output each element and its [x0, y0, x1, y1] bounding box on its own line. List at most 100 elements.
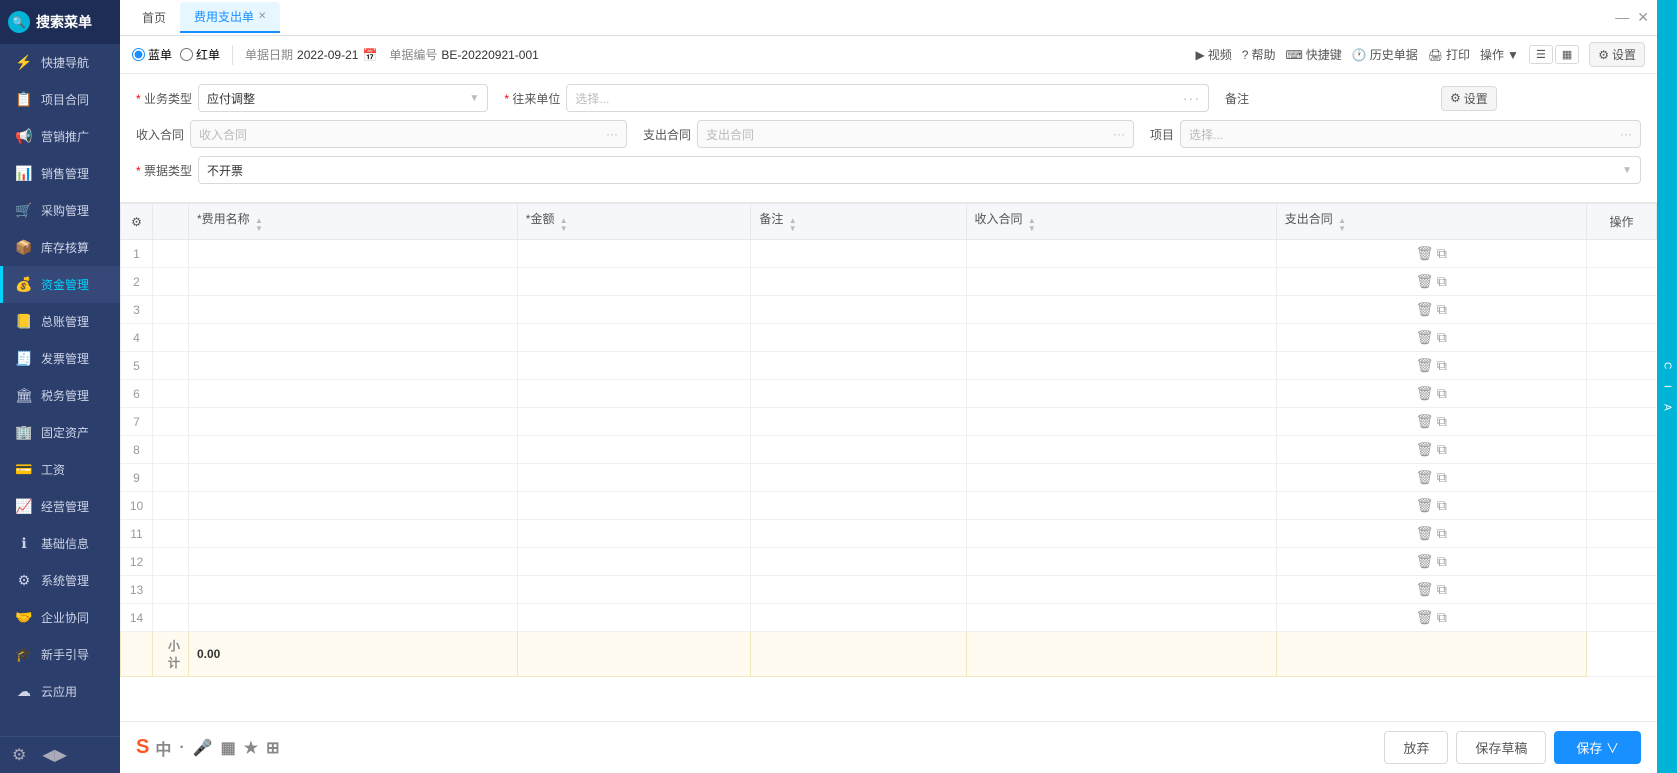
tab-home[interactable]: 首页: [128, 3, 180, 32]
row-income-contract-7[interactable]: [751, 408, 966, 436]
row-amount-7[interactable]: [189, 408, 518, 436]
video-btn[interactable]: ▶ 视频: [1196, 46, 1232, 63]
row-expense-name-2[interactable]: [153, 268, 189, 296]
star-icon[interactable]: ★: [244, 738, 258, 758]
minimize-button[interactable]: —: [1615, 9, 1629, 26]
row-expense-name-11[interactable]: [153, 520, 189, 548]
row-amount-11[interactable]: [189, 520, 518, 548]
discard-button[interactable]: 放弃: [1384, 731, 1448, 764]
delete-icon-7[interactable]: 🗑: [1416, 413, 1434, 429]
more-icon-4[interactable]: ···: [1620, 127, 1632, 141]
sidebar-item-marketing[interactable]: 📢营销推广: [0, 118, 120, 155]
row-expense-name-13[interactable]: [153, 576, 189, 604]
settings-icon[interactable]: ⚙: [12, 745, 26, 765]
row-expense-name-9[interactable]: [153, 464, 189, 492]
row-note-11[interactable]: [517, 520, 751, 548]
row-note-9[interactable]: [517, 464, 751, 492]
row-amount-5[interactable]: [189, 352, 518, 380]
row-expense-name-4[interactable]: [153, 324, 189, 352]
copy-icon-5[interactable]: ⧉: [1437, 357, 1447, 373]
row-expense-contract-11[interactable]: [966, 520, 1276, 548]
row-expense-name-12[interactable]: [153, 548, 189, 576]
settings-btn[interactable]: ⚙ 设置: [1589, 42, 1645, 67]
row-expense-name-1[interactable]: [153, 240, 189, 268]
row-income-contract-9[interactable]: [751, 464, 966, 492]
row-expense-name-7[interactable]: [153, 408, 189, 436]
row-note-14[interactable]: [517, 604, 751, 632]
form-settings-btn[interactable]: ⚙ 设置: [1441, 86, 1497, 111]
row-note-4[interactable]: [517, 324, 751, 352]
more-icon-2[interactable]: ···: [606, 127, 618, 141]
row-expense-contract-5[interactable]: [966, 352, 1276, 380]
row-expense-contract-13[interactable]: [966, 576, 1276, 604]
row-expense-contract-1[interactable]: [966, 240, 1276, 268]
sidebar-item-purchase[interactable]: 🛒采购管理: [0, 192, 120, 229]
delete-icon-4[interactable]: 🗑: [1416, 329, 1434, 345]
row-income-contract-2[interactable]: [751, 268, 966, 296]
sidebar-item-project-contract[interactable]: 📋项目合同: [0, 81, 120, 118]
sidebar-item-capital[interactable]: 💰资金管理: [0, 266, 120, 303]
business-type-input[interactable]: 应付调整 ▼: [198, 84, 488, 112]
row-expense-contract-9[interactable]: [966, 464, 1276, 492]
row-expense-name-5[interactable]: [153, 352, 189, 380]
row-amount-4[interactable]: [189, 324, 518, 352]
help-btn[interactable]: ? 帮助: [1242, 46, 1276, 63]
copy-icon-4[interactable]: ⧉: [1437, 329, 1447, 345]
delete-icon-10[interactable]: 🗑: [1416, 497, 1434, 513]
copy-icon-14[interactable]: ⧉: [1437, 609, 1447, 625]
row-expense-contract-12[interactable]: [966, 548, 1276, 576]
sidebar-item-invoice[interactable]: 🧾发票管理: [0, 340, 120, 377]
sidebar-item-tax[interactable]: 🏛税务管理: [0, 377, 120, 414]
copy-icon-8[interactable]: ⧉: [1437, 441, 1447, 457]
sidebar-item-fixed-assets[interactable]: 🏢固定资产: [0, 414, 120, 451]
row-note-5[interactable]: [517, 352, 751, 380]
row-expense-contract-3[interactable]: [966, 296, 1276, 324]
row-amount-6[interactable]: [189, 380, 518, 408]
date-value[interactable]: 2022-09-21: [297, 48, 358, 62]
row-expense-name-3[interactable]: [153, 296, 189, 324]
sidebar-item-quick-nav[interactable]: ⚡快捷导航: [0, 44, 120, 81]
row-amount-3[interactable]: [189, 296, 518, 324]
row-income-contract-11[interactable]: [751, 520, 966, 548]
row-expense-contract-2[interactable]: [966, 268, 1276, 296]
row-income-contract-13[interactable]: [751, 576, 966, 604]
row-expense-name-10[interactable]: [153, 492, 189, 520]
delete-icon-9[interactable]: 🗑: [1416, 469, 1434, 485]
more-icon[interactable]: ···: [1183, 90, 1200, 106]
row-expense-contract-14[interactable]: [966, 604, 1276, 632]
expense-contract-input[interactable]: 支出合同 ···: [697, 120, 1134, 148]
tab-expense[interactable]: 费用支出单 ✕: [180, 2, 280, 33]
operations-btn[interactable]: 操作 ▼: [1480, 46, 1519, 63]
copy-icon-9[interactable]: ⧉: [1437, 469, 1447, 485]
delete-icon-2[interactable]: 🗑: [1416, 273, 1434, 289]
delete-icon-11[interactable]: 🗑: [1416, 525, 1434, 541]
mic-icon[interactable]: 🎤: [193, 738, 213, 758]
sidebar-item-tutorial[interactable]: 🎓新手引导: [0, 636, 120, 673]
row-amount-10[interactable]: [189, 492, 518, 520]
red-bill-radio[interactable]: 红单: [180, 46, 220, 63]
copy-icon-13[interactable]: ⧉: [1437, 581, 1447, 597]
row-amount-12[interactable]: [189, 548, 518, 576]
right-edge-btn-2[interactable]: I: [1662, 381, 1673, 392]
sidebar-item-base-info[interactable]: ℹ基础信息: [0, 525, 120, 562]
delete-icon-8[interactable]: 🗑: [1416, 441, 1434, 457]
row-income-contract-10[interactable]: [751, 492, 966, 520]
invoice-type-input[interactable]: 不开票 ▼: [198, 156, 1641, 184]
grid-icon[interactable]: ⊞: [266, 738, 279, 758]
row-amount-8[interactable]: [189, 436, 518, 464]
row-income-contract-12[interactable]: [751, 548, 966, 576]
row-income-contract-3[interactable]: [751, 296, 966, 324]
row-note-6[interactable]: [517, 380, 751, 408]
copy-icon-3[interactable]: ⧉: [1437, 301, 1447, 317]
right-edge-btn-1[interactable]: C: [1662, 358, 1673, 373]
row-income-contract-6[interactable]: [751, 380, 966, 408]
income-contract-input[interactable]: 收入合同 ···: [190, 120, 627, 148]
sidebar-header[interactable]: 🔍 搜索菜单: [0, 0, 120, 44]
row-expense-contract-8[interactable]: [966, 436, 1276, 464]
row-note-12[interactable]: [517, 548, 751, 576]
col-amount[interactable]: *金额 ▲▼: [517, 204, 751, 240]
row-note-1[interactable]: [517, 240, 751, 268]
more-icon-3[interactable]: ···: [1113, 127, 1125, 141]
copy-icon-7[interactable]: ⧉: [1437, 413, 1447, 429]
calendar-icon[interactable]: 📅: [362, 48, 377, 62]
